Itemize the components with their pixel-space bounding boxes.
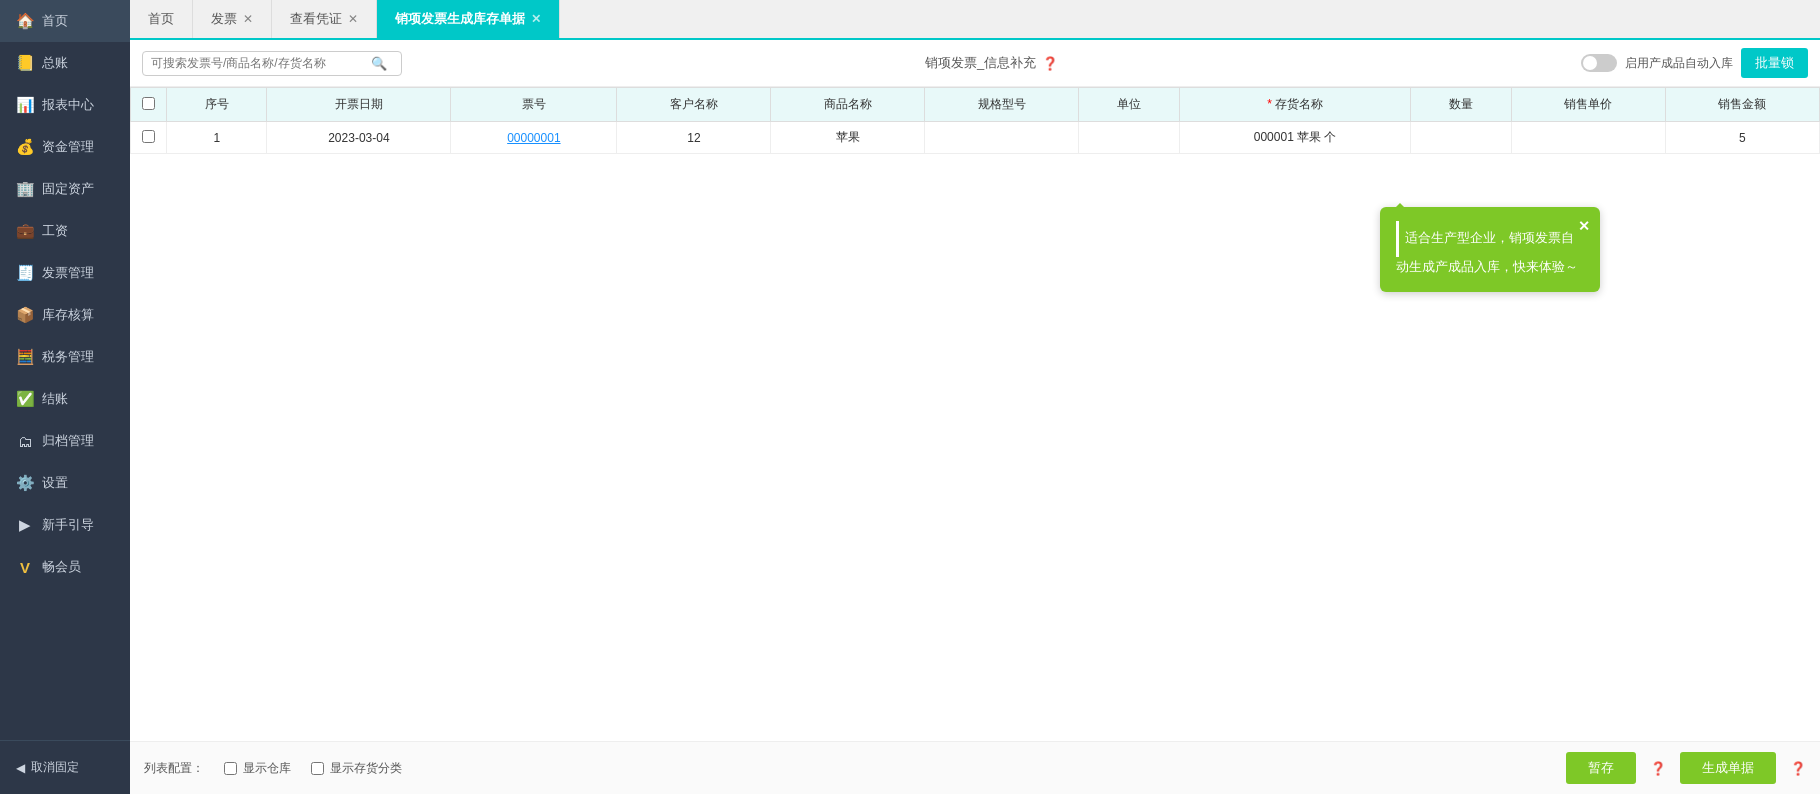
row-spec (925, 122, 1079, 154)
toolbar-center: 销项发票_信息补充 ❓ (412, 54, 1571, 72)
info-label: 销项发票_信息补充 (925, 54, 1036, 72)
sidebar-item-settle[interactable]: ✅ 结账 (0, 378, 130, 420)
sidebar-item-home[interactable]: 🏠 首页 (0, 0, 130, 42)
toggle-label: 启用产成品自动入库 (1625, 55, 1733, 72)
footer: 列表配置： 显示仓库 显示存货分类 暂存 ❓ 生成单据 ❓ (130, 741, 1820, 794)
generate-button[interactable]: 生成单据 (1680, 752, 1776, 784)
save-button[interactable]: 暂存 (1566, 752, 1636, 784)
content-area: 🔍 销项发票_信息补充 ❓ 启用产成品自动入库 批量锁 (130, 40, 1820, 794)
auto-warehouse-toggle[interactable] (1581, 54, 1617, 72)
th-date: 开票日期 (267, 88, 451, 122)
report-icon: 📊 (16, 96, 34, 114)
batch-lock-button[interactable]: 批量锁 (1741, 48, 1808, 78)
row-check-cell (131, 122, 167, 154)
th-inventory: 存货名称 (1179, 88, 1411, 122)
tooltip-close-button[interactable]: ✕ (1578, 215, 1590, 237)
sidebar-item-assets[interactable]: 🏢 固定资产 (0, 168, 130, 210)
tooltip-text: 适合生产型企业，销项发票自动生成产成品入库，快来体验～ (1396, 230, 1578, 274)
show-warehouse-label: 显示仓库 (243, 760, 291, 777)
tax-icon: 🧮 (16, 348, 34, 366)
search-box[interactable]: 🔍 (142, 51, 402, 76)
show-category-label: 显示存货分类 (330, 760, 402, 777)
tab-invoice-close[interactable]: ✕ (243, 12, 253, 26)
sidebar-item-tax[interactable]: 🧮 税务管理 (0, 336, 130, 378)
assets-icon: 🏢 (16, 180, 34, 198)
sidebar-item-hr[interactable]: 💼 工资 (0, 210, 130, 252)
row-ticket-no[interactable]: 00000001 (451, 122, 617, 154)
row-customer: 12 (617, 122, 771, 154)
show-warehouse-group: 显示仓库 (224, 760, 291, 777)
row-quantity (1411, 122, 1511, 154)
row-unit (1079, 122, 1179, 154)
sidebar-item-archive[interactable]: 🗂 归档管理 (0, 420, 130, 462)
select-all-checkbox[interactable] (142, 97, 155, 110)
row-date: 2023-03-04 (267, 122, 451, 154)
sidebar-item-ledger[interactable]: 📒 总账 (0, 42, 130, 84)
show-warehouse-checkbox[interactable] (224, 762, 237, 775)
footer-buttons: 暂存 ❓ 生成单据 ❓ (1566, 752, 1806, 784)
generate-help-icon[interactable]: ❓ (1790, 761, 1806, 776)
home-icon: 🏠 (16, 12, 34, 30)
th-unit-price: 销售单价 (1511, 88, 1665, 122)
search-input[interactable] (151, 56, 371, 70)
tab-generate[interactable]: 销项发票生成库存单据 ✕ (377, 0, 560, 38)
row-product: 苹果 (771, 122, 925, 154)
row-inventory: 000001 苹果 个 (1179, 122, 1411, 154)
th-ticket-no: 票号 (451, 88, 617, 122)
toolbar: 🔍 销项发票_信息补充 ❓ 启用产成品自动入库 批量锁 (130, 40, 1820, 87)
help-icon[interactable]: ❓ (1042, 56, 1058, 71)
settle-icon: ✅ (16, 390, 34, 408)
sidebar-item-report[interactable]: 📊 报表中心 (0, 84, 130, 126)
sidebar-item-invoice[interactable]: 🧾 发票管理 (0, 252, 130, 294)
inventory-icon: 📦 (16, 306, 34, 324)
tooltip-bar (1396, 221, 1399, 257)
show-category-group: 显示存货分类 (311, 760, 402, 777)
sidebar-item-settings[interactable]: ⚙️ 设置 (0, 462, 130, 504)
pin-sidebar-button[interactable]: ◀ 取消固定 (0, 749, 130, 786)
sidebar-item-inventory[interactable]: 📦 库存核算 (0, 294, 130, 336)
ledger-icon: 📒 (16, 54, 34, 72)
th-spec: 规格型号 (925, 88, 1079, 122)
th-product: 商品名称 (771, 88, 925, 122)
row-unit-price (1511, 122, 1665, 154)
row-amount: 5 (1665, 122, 1819, 154)
show-category-checkbox[interactable] (311, 762, 324, 775)
sidebar: 🏠 首页 📒 总账 📊 报表中心 💰 资金管理 🏢 固定资产 💼 工资 🧾 发票… (0, 0, 130, 794)
th-unit: 单位 (1079, 88, 1179, 122)
tab-bar: 首页 发票 ✕ 查看凭证 ✕ 销项发票生成库存单据 ✕ (130, 0, 1820, 40)
th-seq: 序号 (167, 88, 267, 122)
guide-icon: ▶ (16, 516, 34, 534)
save-help-icon[interactable]: ❓ (1650, 761, 1666, 776)
th-check (131, 88, 167, 122)
toolbar-right: 启用产成品自动入库 批量锁 (1581, 48, 1808, 78)
settings-icon: ⚙️ (16, 474, 34, 492)
pin-icon: ◀ (16, 761, 25, 775)
th-quantity: 数量 (1411, 88, 1511, 122)
main-area: 首页 发票 ✕ 查看凭证 ✕ 销项发票生成库存单据 ✕ 🔍 销项发票_信息补充 … (130, 0, 1820, 794)
tab-invoice[interactable]: 发票 ✕ (193, 0, 272, 38)
th-amount: 销售金额 (1665, 88, 1819, 122)
capital-icon: 💰 (16, 138, 34, 156)
tab-generate-close[interactable]: ✕ (531, 12, 541, 26)
row-seq: 1 (167, 122, 267, 154)
sidebar-item-guide[interactable]: ▶ 新手引导 (0, 504, 130, 546)
th-customer: 客户名称 (617, 88, 771, 122)
invoice-icon: 🧾 (16, 264, 34, 282)
hr-icon: 💼 (16, 222, 34, 240)
tab-voucher-close[interactable]: ✕ (348, 12, 358, 26)
table-container: 序号 开票日期 票号 客户名称 商品名称 规格型号 单位 存货名称 数量 销售单… (130, 87, 1820, 741)
tab-voucher[interactable]: 查看凭证 ✕ (272, 0, 377, 38)
vip-icon: V (16, 559, 34, 576)
tab-home[interactable]: 首页 (130, 0, 193, 38)
sidebar-item-vip[interactable]: V 畅会员 (0, 546, 130, 588)
table-row: 1 2023-03-04 00000001 12 苹果 000001 苹果 个 … (131, 122, 1820, 154)
footer-list-config-label: 列表配置： (144, 760, 204, 777)
tooltip-box: ✕ 适合生产型企业，销项发票自动生成产成品入库，快来体验～ (1380, 207, 1600, 292)
search-icon: 🔍 (371, 56, 387, 71)
row-checkbox[interactable] (142, 130, 155, 143)
main-table: 序号 开票日期 票号 客户名称 商品名称 规格型号 单位 存货名称 数量 销售单… (130, 87, 1820, 154)
archive-icon: 🗂 (16, 433, 34, 450)
sidebar-item-capital[interactable]: 💰 资金管理 (0, 126, 130, 168)
